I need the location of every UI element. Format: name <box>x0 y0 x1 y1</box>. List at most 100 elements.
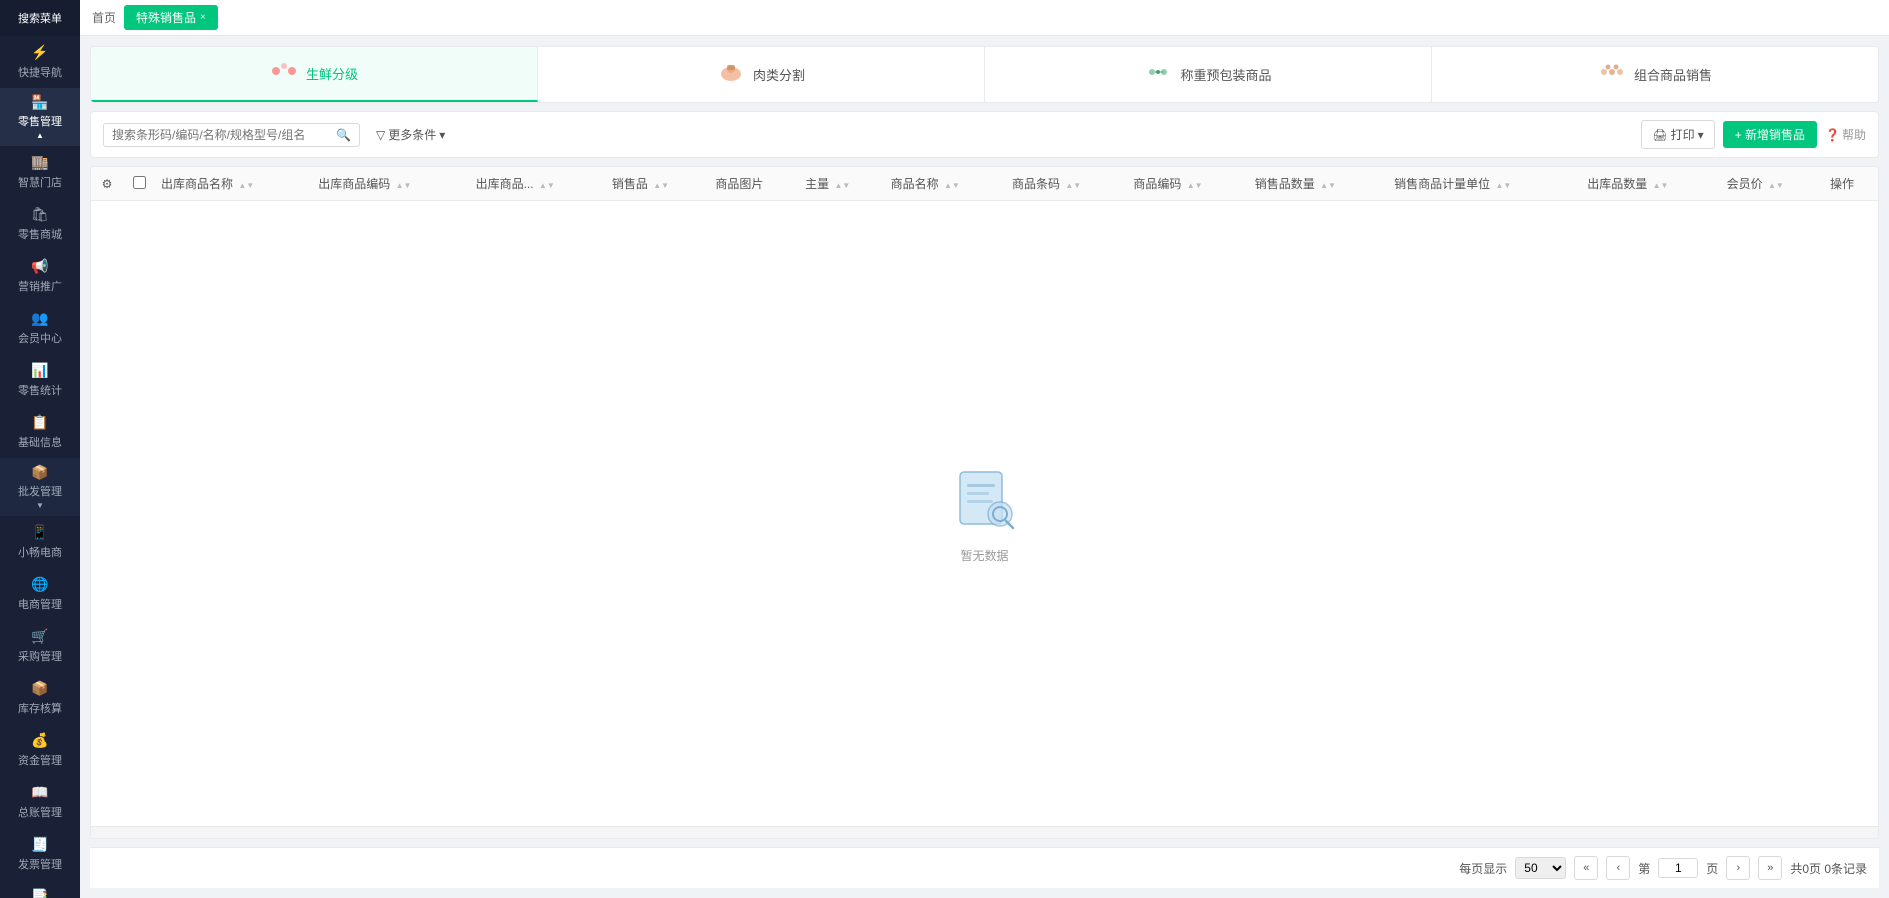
col-out-code[interactable]: 出库商品编码 ▲▼ <box>312 167 469 201</box>
meat-icon <box>717 62 745 87</box>
combo-icon <box>1598 62 1626 87</box>
sidebar-item-label: 零售统计 <box>18 382 62 398</box>
tab-combo[interactable]: 组合商品销售 <box>1432 47 1878 102</box>
sort-icon: ▲▼ <box>1320 181 1336 190</box>
first-page-button[interactable]: « <box>1574 856 1598 880</box>
sidebar-item-finance[interactable]: 💰 资金管理 <box>0 724 80 776</box>
tab-meat[interactable]: 肉类分割 <box>538 47 985 102</box>
close-tab-button[interactable]: × <box>200 12 206 23</box>
sidebar-logo[interactable]: 搜索菜单 <box>0 0 80 36</box>
page-label: 第 <box>1638 860 1650 877</box>
sidebar-item-label: 营销推广 <box>18 278 62 294</box>
total-label: 共0页 0条记录 <box>1790 860 1867 877</box>
print-arrow-icon: ▾ <box>1698 128 1704 142</box>
sidebar-item-label: 批发管理 <box>18 483 62 499</box>
sidebar-item-promo[interactable]: 📢 营销推广 <box>0 250 80 302</box>
active-tab[interactable]: 特殊销售品 × <box>124 5 218 30</box>
search-box[interactable]: 🔍 <box>103 123 360 147</box>
sidebar-item-tax[interactable]: 📑 税务管理 <box>0 880 80 898</box>
sort-icon: ▲▼ <box>1653 181 1669 190</box>
col-action: 操作 <box>1824 167 1878 201</box>
col-sale-item[interactable]: 销售品 ▲▼ <box>606 167 709 201</box>
sidebar-item-label: 零售商城 <box>18 226 62 242</box>
search-icon[interactable]: 🔍 <box>336 128 351 142</box>
sidebar-item-member[interactable]: 👥 会员中心 <box>0 302 80 354</box>
sidebar-item-purchase[interactable]: 🛒 采购管理 <box>0 620 80 672</box>
col-out-name[interactable]: 出库商品名称 ▲▼ <box>155 167 312 201</box>
select-all-checkbox[interactable] <box>133 176 146 189</box>
filter-button[interactable]: ▽ 更多条件 ▾ <box>368 122 453 147</box>
data-table-wrap: ⚙ 出库商品名称 ▲▼ 出库商品编码 ▲▼ 出库 <box>90 166 1879 839</box>
home-link[interactable]: 首页 <box>92 9 116 26</box>
sidebar-item-mini[interactable]: 📱 小畅电商 <box>0 516 80 568</box>
quick-icon: ⚡ <box>31 44 48 61</box>
col-barcode[interactable]: 商品条码 ▲▼ <box>1006 167 1127 201</box>
sidebar-item-shop[interactable]: 🏬 智慧门店 <box>0 146 80 198</box>
page-content: 生鲜分级 肉类分割 <box>80 36 1889 898</box>
per-page-select[interactable]: 50 10 20 100 <box>1515 857 1566 879</box>
page-number-input[interactable] <box>1658 858 1698 878</box>
tab-fresh[interactable]: 生鲜分级 <box>91 47 538 102</box>
sidebar-item-quick[interactable]: ⚡ 快捷导航 <box>0 36 80 88</box>
tab-fresh-label: 生鲜分级 <box>306 64 358 83</box>
col-item-code[interactable]: 商品编码 ▲▼ <box>1127 167 1248 201</box>
sidebar-item-label: 电商管理 <box>18 596 62 612</box>
sort-icon: ▲▼ <box>653 181 669 190</box>
mini-icon: 📱 <box>31 524 48 541</box>
print-button[interactable]: 🖨 打印 ▾ <box>1641 120 1714 149</box>
col-out-qty[interactable]: 出库品数量 ▲▼ <box>1581 167 1720 201</box>
tab-scale[interactable]: 称重预包装商品 <box>985 47 1432 102</box>
tax-icon: 📑 <box>31 888 48 898</box>
sidebar-item-wholesale[interactable]: 📦 批发管理 ▼ <box>0 458 80 516</box>
sidebar-item-inventory[interactable]: 📦 库存核算 <box>0 672 80 724</box>
col-sale-qty[interactable]: 销售品数量 ▲▼ <box>1249 167 1388 201</box>
col-weight[interactable]: 主量 ▲▼ <box>799 167 885 201</box>
sort-icon: ▲▼ <box>1065 181 1081 190</box>
member-icon: 👥 <box>31 310 48 327</box>
fresh-icon <box>270 61 298 86</box>
sort-icon: ▲▼ <box>944 181 960 190</box>
sidebar: 搜索菜单 ⚡ 快捷导航 🏪 零售管理 ▲ 🏬 智慧门店 🛍 零售商城 📢 营销推… <box>0 0 80 898</box>
sidebar-item-retail[interactable]: 🏪 零售管理 ▲ <box>0 88 80 146</box>
search-input[interactable] <box>112 128 332 142</box>
sidebar-item-ecom[interactable]: 🌐 电商管理 <box>0 568 80 620</box>
sort-icon: ▲▼ <box>1768 181 1784 190</box>
sidebar-item-basic[interactable]: 📋 基础信息 <box>0 406 80 458</box>
filter-arrow-icon: ▾ <box>439 128 445 142</box>
table-header-row: ⚙ 出库商品名称 ▲▼ 出库商品编码 ▲▼ 出库 <box>91 167 1878 201</box>
data-table: ⚙ 出库商品名称 ▲▼ 出库商品编码 ▲▼ 出库 <box>91 167 1878 201</box>
tab-meat-label: 肉类分割 <box>753 65 805 84</box>
page-suffix: 页 <box>1706 860 1718 877</box>
sidebar-item-stats[interactable]: 📊 零售统计 <box>0 354 80 406</box>
horizontal-scrollbar[interactable] <box>91 826 1878 838</box>
toolbar-left: 🔍 ▽ 更多条件 ▾ <box>103 122 453 147</box>
col-img: 商品图片 <box>709 167 799 201</box>
last-page-button[interactable]: » <box>1758 856 1782 880</box>
help-label: 帮助 <box>1842 126 1866 143</box>
sidebar-item-invoice[interactable]: 🧾 发票管理 <box>0 828 80 880</box>
tab-cards: 生鲜分级 肉类分割 <box>90 46 1879 103</box>
sidebar-item-label: 采购管理 <box>18 648 62 664</box>
col-checkbox[interactable] <box>123 167 155 201</box>
prev-page-button[interactable]: ‹ <box>1606 856 1630 880</box>
sidebar-item-label: 快捷导航 <box>18 64 62 80</box>
col-settings[interactable]: ⚙ <box>91 167 123 201</box>
topnav: 首页 特殊销售品 × <box>80 0 1889 36</box>
new-sale-item-button[interactable]: + 新增销售品 <box>1723 121 1817 148</box>
col-sale-unit[interactable]: 销售商品计量单位 ▲▼ <box>1388 167 1581 201</box>
filter-label: 更多条件 <box>388 126 436 143</box>
sidebar-item-ledger[interactable]: 📖 总账管理 <box>0 776 80 828</box>
empty-state: 暂无数据 <box>91 201 1878 826</box>
help-button[interactable]: ❓ 帮助 <box>1825 126 1866 143</box>
shop-icon: 🏬 <box>31 154 48 171</box>
next-page-button[interactable]: › <box>1726 856 1750 880</box>
col-item-name[interactable]: 商品名称 ▲▼ <box>885 167 1006 201</box>
sidebar-item-mall[interactable]: 🛍 零售商城 <box>0 198 80 250</box>
col-out-spec[interactable]: 出库商品... ▲▼ <box>470 167 606 201</box>
sidebar-item-label: 库存核算 <box>18 700 62 716</box>
col-member-price[interactable]: 会员价 ▲▼ <box>1721 167 1824 201</box>
basic-icon: 📋 <box>31 414 48 431</box>
main-content: 首页 特殊销售品 × 生鲜分级 <box>80 0 1889 898</box>
filter-icon: ▽ <box>376 128 385 142</box>
toolbar-right: 🖨 打印 ▾ + 新增销售品 ❓ 帮助 <box>1641 120 1866 149</box>
